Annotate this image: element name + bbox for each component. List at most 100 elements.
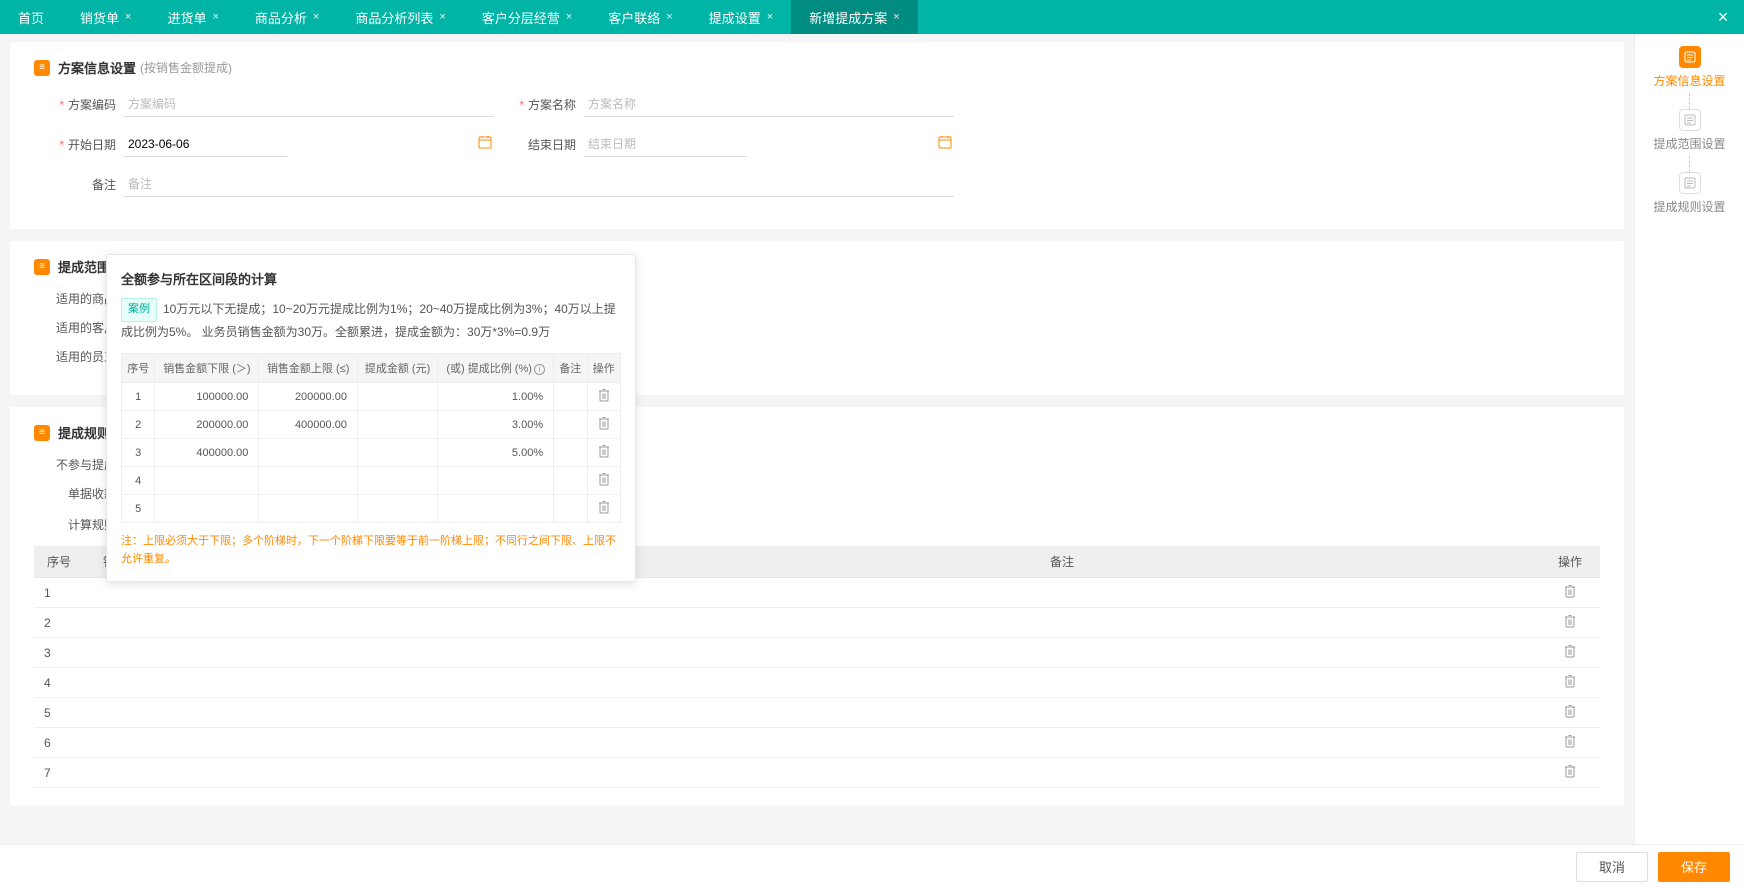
save-button[interactable]: 保存: [1658, 852, 1730, 882]
tab-label: 销货单: [80, 8, 119, 27]
table-row[interactable]: 4: [34, 668, 1600, 698]
tab-label: 客户分层经营: [482, 8, 560, 27]
delete-icon[interactable]: [1564, 764, 1576, 778]
delete-icon[interactable]: [598, 388, 610, 402]
delete-icon[interactable]: [598, 444, 610, 458]
table-row[interactable]: 6: [34, 728, 1600, 758]
delete-icon[interactable]: [1564, 734, 1576, 748]
tab-close-icon[interactable]: ×: [439, 11, 445, 23]
tooltip-table-row: 2200000.00400000.003.00%: [122, 411, 621, 439]
tab-close-icon[interactable]: ×: [767, 11, 773, 23]
tab-item[interactable]: 首页: [0, 0, 62, 34]
delete-icon[interactable]: [598, 472, 610, 486]
anchor-sidebar: 方案信息设置提成范围设置提成规则设置: [1634, 34, 1744, 888]
panel-icon: ≡: [34, 425, 50, 441]
delete-icon[interactable]: [598, 416, 610, 430]
tab-label: 客户联络: [608, 8, 660, 27]
tooltip-table-row: 5: [122, 495, 621, 523]
tooltip-desc: 案例10万元以下无提成；10~20万元提成比例为1%；20~40万提成比例为3%…: [121, 298, 621, 343]
tab-close-icon[interactable]: ×: [666, 11, 672, 23]
tab-close-icon[interactable]: ×: [125, 11, 131, 23]
tooltip-note: 注：上限必须大于下限；多个阶梯时，下一个阶梯下限要等于前一阶梯上限；不同行之间下…: [121, 533, 621, 568]
tab-item[interactable]: 客户分层经营 ×: [464, 0, 590, 34]
delete-icon[interactable]: [1564, 584, 1576, 598]
anchor-item[interactable]: 提成规则设置: [1635, 172, 1744, 215]
info-icon[interactable]: i: [534, 364, 545, 375]
table-row[interactable]: 3: [34, 638, 1600, 668]
tab-item[interactable]: 商品分析 ×: [237, 0, 337, 34]
calendar-icon[interactable]: [478, 135, 492, 149]
table-header: 操作: [1540, 546, 1600, 578]
name-input[interactable]: [584, 91, 954, 117]
anchor-label: 方案信息设置: [1653, 72, 1725, 89]
table-row[interactable]: 7: [34, 758, 1600, 788]
tab-label: 商品分析列表: [355, 8, 433, 27]
code-input[interactable]: [124, 91, 494, 117]
tooltip-table-header: 提成金额 (元): [357, 354, 437, 383]
anchor-icon: [1679, 172, 1701, 194]
tab-label: 新增提成方案: [809, 8, 887, 27]
tab-item[interactable]: 新增提成方案 ×: [791, 0, 917, 34]
start-date-input[interactable]: [124, 131, 287, 157]
end-date-label: 结束日期: [494, 136, 584, 153]
panel-title: 方案信息设置: [58, 58, 136, 77]
table-row[interactable]: 5: [34, 698, 1600, 728]
table-row[interactable]: 2: [34, 608, 1600, 638]
tooltip-table-header: 序号: [122, 354, 155, 383]
remark-input[interactable]: [124, 171, 954, 197]
anchor-label: 提成规则设置: [1653, 198, 1725, 215]
tooltip-table-row: 1100000.00200000.001.00%: [122, 383, 621, 411]
anchor-item[interactable]: 方案信息设置: [1635, 46, 1744, 89]
rules-table: 序号销售金额下限(＞)销售金额上限(≤)提成金额(元)(或)提成比例(%)备注操…: [34, 546, 1600, 788]
tooltip-table-row: 3400000.005.00%: [122, 439, 621, 467]
end-date-input[interactable]: [584, 131, 747, 157]
calendar-icon[interactable]: [938, 135, 952, 149]
top-tab-bar: 首页销货单×进货单×商品分析×商品分析列表×客户分层经营×客户联络×提成设置×新…: [0, 0, 1744, 34]
example-tooltip: 全额参与所在区间段的计算 案例10万元以下无提成；10~20万元提成比例为1%；…: [106, 254, 636, 582]
tab-close-icon[interactable]: ×: [566, 11, 572, 23]
panel-icon: ≡: [34, 259, 50, 275]
anchor-icon: [1679, 46, 1701, 68]
table-header: 序号: [34, 546, 84, 578]
tab-item[interactable]: 客户联络 ×: [590, 0, 690, 34]
tooltip-table-header: 销售金额上限 (≤): [259, 354, 358, 383]
tab-close-icon[interactable]: ×: [313, 11, 319, 23]
tab-label: 首页: [18, 8, 44, 27]
tabbar-close-button[interactable]: ×: [1706, 0, 1740, 34]
remark-label: 备注: [34, 176, 124, 193]
name-label: 方案名称: [494, 96, 584, 113]
tab-close-icon[interactable]: ×: [212, 11, 218, 23]
delete-icon[interactable]: [1564, 674, 1576, 688]
table-header: 备注: [584, 546, 1540, 578]
tab-label: 进货单: [167, 8, 206, 27]
tooltip-table: 序号销售金额下限 (＞)销售金额上限 (≤)提成金额 (元)(或) 提成比例 (…: [121, 353, 621, 523]
delete-icon[interactable]: [1564, 644, 1576, 658]
panel-icon: ≡: [34, 60, 50, 76]
tooltip-table-header: (或) 提成比例 (%)i: [438, 354, 554, 383]
tooltip-table-row: 4: [122, 467, 621, 495]
cancel-button[interactable]: 取消: [1576, 852, 1648, 882]
tooltip-table-header: 操作: [587, 354, 620, 383]
start-date-label: 开始日期: [34, 136, 124, 153]
tab-item[interactable]: 商品分析列表 ×: [337, 0, 463, 34]
tooltip-title: 全额参与所在区间段的计算: [121, 269, 621, 288]
anchor-label: 提成范围设置: [1653, 135, 1725, 152]
panel-plan-info: ≡ 方案信息设置 (按销售金额提成) 方案编码 方案名称 开始日期: [10, 42, 1624, 229]
anchor-icon: [1679, 109, 1701, 131]
table-row[interactable]: 1: [34, 578, 1600, 608]
tab-label: 商品分析: [255, 8, 307, 27]
anchor-item[interactable]: 提成范围设置: [1635, 109, 1744, 152]
tab-item[interactable]: 提成设置×: [691, 0, 791, 34]
delete-icon[interactable]: [1564, 704, 1576, 718]
tooltip-table-header: 备注: [554, 354, 587, 383]
tooltip-badge: 案例: [121, 298, 157, 322]
tooltip-table-header: 销售金额下限 (＞): [155, 354, 259, 383]
code-label: 方案编码: [34, 96, 124, 113]
tab-item[interactable]: 进货单 ×: [149, 0, 236, 34]
tab-close-icon[interactable]: ×: [893, 11, 899, 23]
footer-bar: 取消 保存: [0, 844, 1744, 888]
panel-subtitle: (按销售金额提成): [140, 59, 232, 76]
delete-icon[interactable]: [1564, 614, 1576, 628]
delete-icon[interactable]: [598, 500, 610, 514]
tab-item[interactable]: 销货单 ×: [62, 0, 149, 34]
